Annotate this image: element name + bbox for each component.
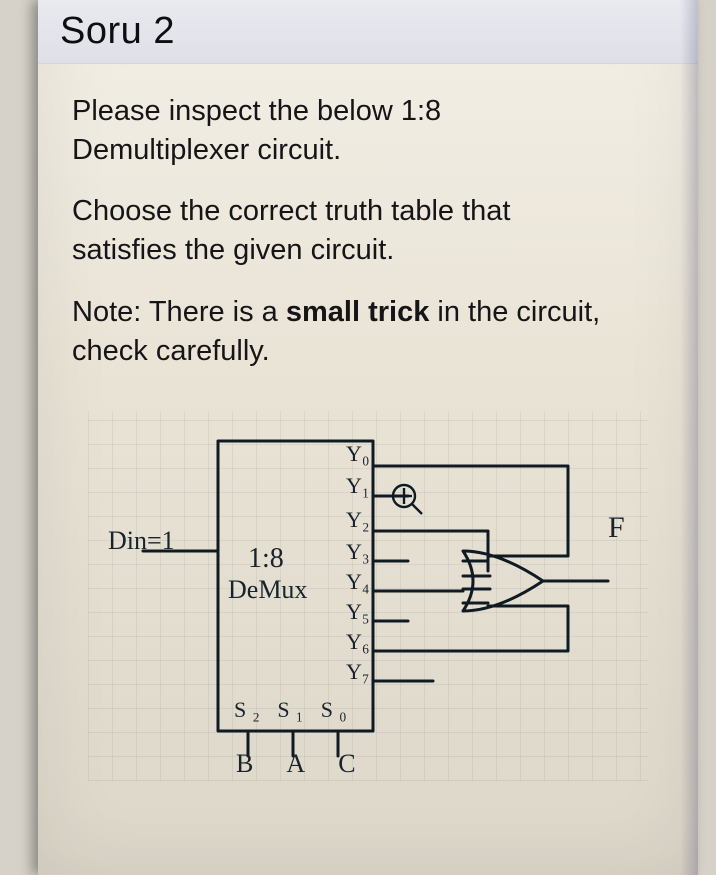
label-y6: Y₆ (346, 629, 370, 655)
question-header: Soru 2 (38, 0, 698, 64)
label-y3: Y₃ (346, 539, 370, 565)
circuit-canvas: Din=1 1:8 DeMux Y₀ Y₁ Y₂ Y₃ Y₄ Y₅ Y₆ Y₇ … (88, 411, 648, 781)
label-y0: Y₀ (346, 441, 370, 467)
circuit-figure: Din=1 1:8 DeMux Y₀ Y₁ Y₂ Y₃ Y₄ Y₅ Y₆ Y₇ … (72, 393, 664, 781)
label-din: Din=1 (108, 526, 175, 556)
label-block-2: DeMux (228, 575, 307, 605)
paragraph-3: Note: There is a small trick in the circ… (72, 293, 664, 371)
label-select-inputs: B A C (236, 749, 370, 779)
paragraph-2: Choose the correct truth table that sati… (72, 192, 664, 270)
paragraph-1: Please inspect the below 1:8 Demultiplex… (72, 92, 664, 170)
label-y1: Y₁ (346, 473, 370, 499)
question-body: Please inspect the below 1:8 Demultiplex… (38, 64, 698, 781)
label-y5: Y₅ (346, 599, 370, 625)
label-block-1: 1:8 (248, 543, 284, 575)
label-y4: Y₄ (346, 569, 370, 595)
label-selects: S₂ S₁ S₀ (234, 697, 353, 723)
question-card: Soru 2 Please inspect the below 1:8 Demu… (38, 0, 698, 875)
label-output-F: F (608, 511, 625, 545)
question-number: Soru 2 (60, 10, 175, 53)
label-y2: Y₂ (346, 507, 370, 533)
label-y7: Y₇ (346, 659, 370, 685)
